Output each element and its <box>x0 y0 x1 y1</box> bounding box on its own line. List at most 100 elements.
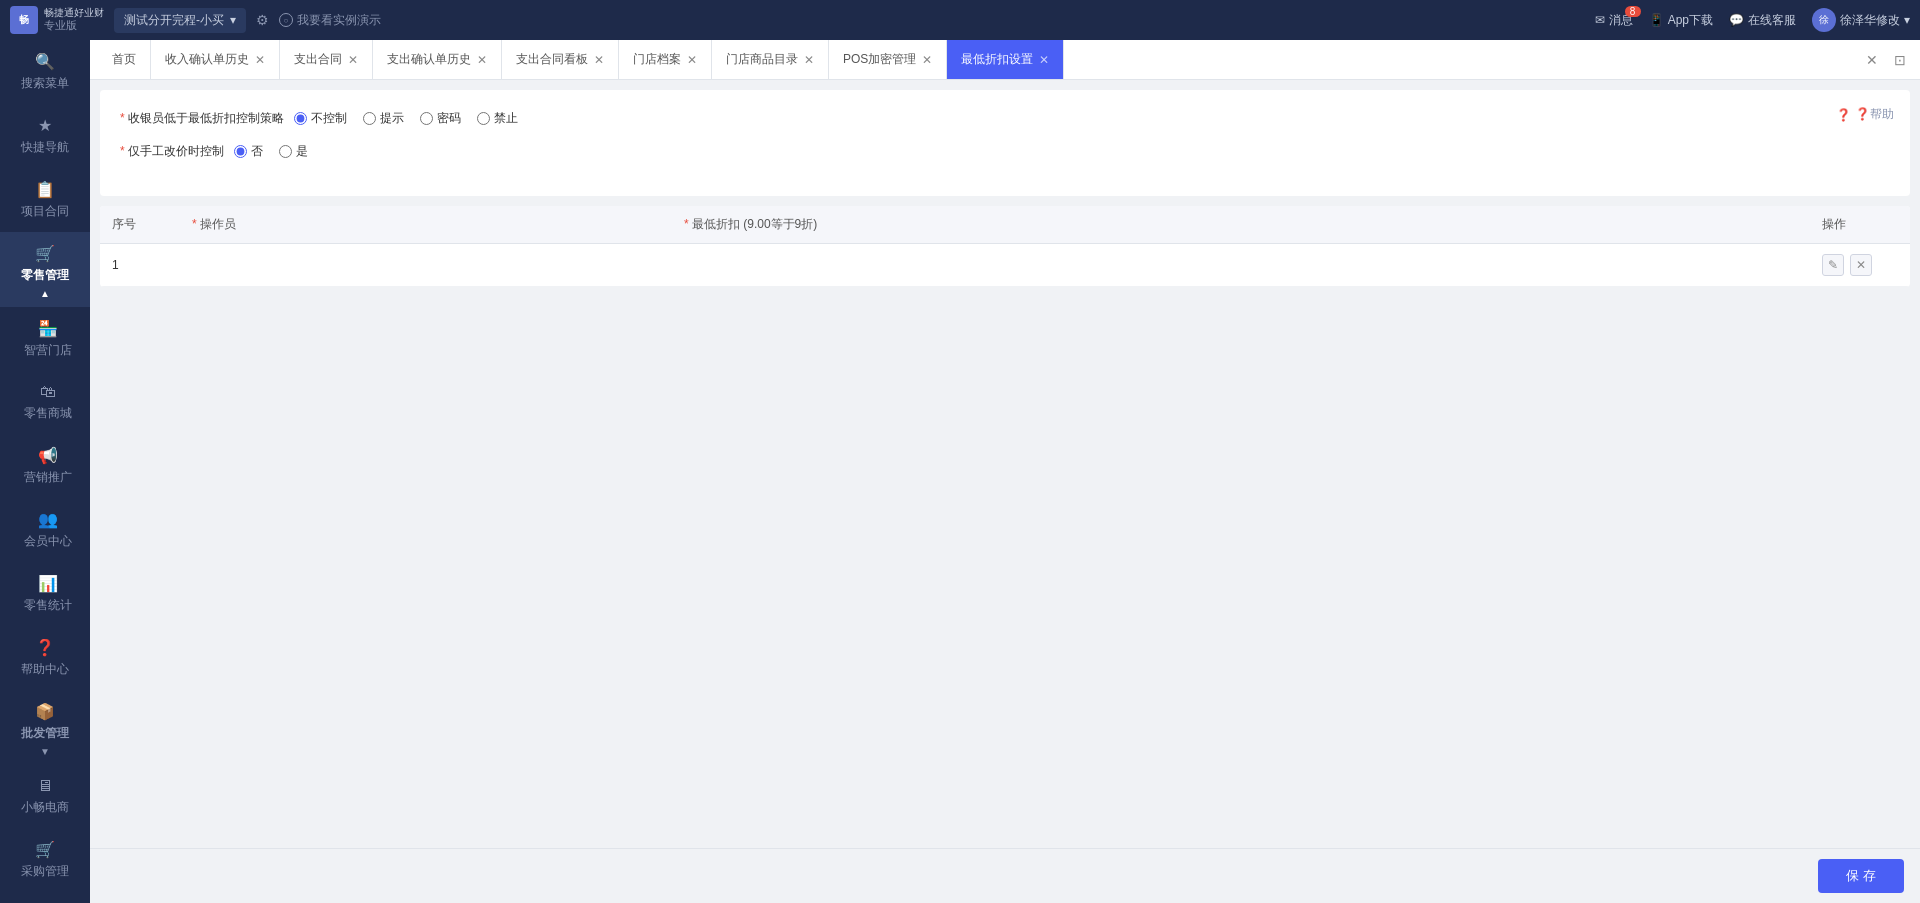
message-icon: ✉ <box>1595 13 1605 27</box>
manual-radio-yes-input[interactable] <box>279 145 292 158</box>
app-icon: 📱 <box>1649 13 1664 27</box>
tab-menu-button[interactable]: ⊡ <box>1888 50 1912 70</box>
star-icon: ★ <box>38 116 52 135</box>
tab-home[interactable]: 首页 <box>98 40 151 79</box>
cell-operator <box>180 244 672 287</box>
user-dropdown-icon: ▾ <box>1904 13 1910 27</box>
topbar-logo: 畅 畅捷通好业财 专业版 <box>10 6 104 34</box>
retail-icon: 🛒 <box>35 244 55 263</box>
th-min-discount: * 最低折扣 (9.00等于9折) <box>672 206 1810 244</box>
tab-close-all-button[interactable]: ✕ <box>1860 50 1884 70</box>
project-selector[interactable]: 测试分开完程-小买 ▾ <box>114 8 246 33</box>
save-button[interactable]: 保 存 <box>1818 859 1904 893</box>
sidebar-item-marketing[interactable]: 📢 营销推广 <box>0 434 90 498</box>
tab-income-history[interactable]: 收入确认单历史 ✕ <box>151 40 280 79</box>
help-text: ❓帮助 <box>1855 106 1894 123</box>
help-link[interactable]: ❓ ❓帮助 <box>1836 106 1894 123</box>
control-radio-password-label: 密码 <box>437 110 461 127</box>
tab-pos-security[interactable]: POS加密管理 ✕ <box>829 40 947 79</box>
control-radio-no-control-input[interactable] <box>294 112 307 125</box>
topbar: 畅 畅捷通好业财 专业版 测试分开完程-小买 ▾ ⚙ ○ 我要看实例演示 ✉ 消… <box>0 0 1920 40</box>
manual-radio-no-label: 否 <box>251 143 263 160</box>
tab-purchase-contract-board-close[interactable]: ✕ <box>594 53 604 67</box>
control-radio-password[interactable]: 密码 <box>420 110 461 127</box>
sidebar-item-help[interactable]: ❓ 帮助中心 <box>0 626 90 690</box>
main-layout: 🔍 搜索菜单 ★ 快捷导航 📋 项目合同 🛒 零售管理 ▲ 🏪 智营门店 🛍 零… <box>0 40 1920 903</box>
sidebar-item-ecommerce[interactable]: 🖥 小畅电商 <box>0 765 90 828</box>
tab-store-goods-close[interactable]: ✕ <box>804 53 814 67</box>
tab-store-goods[interactable]: 门店商品目录 ✕ <box>712 40 829 79</box>
wholesale-arrow-icon: ▼ <box>40 746 50 757</box>
search-icon: 🔍 <box>35 52 55 71</box>
tab-actions: ✕ ⊡ <box>1860 50 1912 70</box>
online-service-button[interactable]: 💬 在线客服 <box>1729 12 1796 29</box>
tab-purchase-confirm-history[interactable]: 支出确认单历史 ✕ <box>373 40 502 79</box>
data-table: 序号 * 操作员 * 最低折扣 (9.00等于9折) 操作 1 <box>100 206 1910 287</box>
ecommerce-icon: 🖥 <box>37 777 53 795</box>
sidebar-item-member[interactable]: 👥 会员中心 <box>0 498 90 562</box>
tab-min-discount-label: 最低折扣设置 <box>961 51 1033 68</box>
sidebar-item-search[interactable]: 🔍 搜索菜单 <box>0 40 90 104</box>
manual-radio-yes[interactable]: 是 <box>279 143 308 160</box>
tab-purchase-confirm-history-close[interactable]: ✕ <box>477 53 487 67</box>
wholesale-label: 批发管理 <box>21 725 69 742</box>
tab-income-history-label: 收入确认单历史 <box>165 51 249 68</box>
tab-purchase-contract-board[interactable]: 支出合同看板 ✕ <box>502 40 619 79</box>
sidebar-item-label: 快捷导航 <box>21 139 69 156</box>
control-radio-forbidden-input[interactable] <box>477 112 490 125</box>
tab-bar: 首页 收入确认单历史 ✕ 支出合同 ✕ 支出确认单历史 ✕ 支出合同看板 ✕ 门… <box>90 40 1920 80</box>
sidebar-item-label: 会员中心 <box>24 533 72 550</box>
tab-income-history-close[interactable]: ✕ <box>255 53 265 67</box>
tab-purchase-contract-board-label: 支出合同看板 <box>516 51 588 68</box>
delete-row-button[interactable]: ✕ <box>1850 254 1872 276</box>
table-row: 1 ✎ ✕ <box>100 244 1910 287</box>
retail-stat-icon: 📊 <box>38 574 58 593</box>
control-radio-forbidden[interactable]: 禁止 <box>477 110 518 127</box>
control-radio-no-control[interactable]: 不控制 <box>294 110 347 127</box>
demo-link[interactable]: ○ 我要看实例演示 <box>279 12 381 29</box>
control-radio-password-input[interactable] <box>420 112 433 125</box>
page-content: ❓ ❓帮助 收银员低于最低折扣控制策略 不控制 提示 <box>90 80 1920 848</box>
page-footer: 保 存 <box>90 848 1920 903</box>
sidebar-item-label: 采购管理 <box>21 863 69 880</box>
manual-radio-no[interactable]: 否 <box>234 143 263 160</box>
tab-purchase-contract[interactable]: 支出合同 ✕ <box>280 40 373 79</box>
sidebar-item-retail-stat[interactable]: 📊 零售统计 <box>0 562 90 626</box>
sidebar-item-inventory[interactable]: 📦 库存核算 <box>0 892 90 903</box>
tab-purchase-contract-close[interactable]: ✕ <box>348 53 358 67</box>
edit-row-button[interactable]: ✎ <box>1822 254 1844 276</box>
manual-radio-yes-label: 是 <box>296 143 308 160</box>
service-label: 在线客服 <box>1748 12 1796 29</box>
sidebar-item-online-store[interactable]: 🛍 零售商城 <box>0 371 90 434</box>
control-radio-prompt[interactable]: 提示 <box>363 110 404 127</box>
tab-min-discount-close[interactable]: ✕ <box>1039 53 1049 67</box>
tab-store-archive[interactable]: 门店档案 ✕ <box>619 40 712 79</box>
sidebar-item-purchase[interactable]: 🛒 采购管理 <box>0 828 90 892</box>
tab-min-discount[interactable]: 最低折扣设置 ✕ <box>947 40 1064 79</box>
sidebar-item-smart-store[interactable]: 🏪 智营门店 <box>0 307 90 371</box>
sidebar-item-wholesale[interactable]: 📦 批发管理 ▼ <box>0 690 90 765</box>
purchase-icon: 🛒 <box>35 840 55 859</box>
tab-store-goods-label: 门店商品目录 <box>726 51 798 68</box>
app-download-button[interactable]: 📱 App下载 <box>1649 12 1713 29</box>
user-menu-button[interactable]: 徐 徐泽华修改 ▾ <box>1812 8 1910 32</box>
th-action: 操作 <box>1810 206 1910 244</box>
cell-action: ✎ ✕ <box>1810 244 1910 287</box>
help-icon: ❓ <box>35 638 55 657</box>
tab-store-archive-label: 门店档案 <box>633 51 681 68</box>
sidebar-item-retail[interactable]: 🛒 零售管理 ▲ <box>0 232 90 307</box>
control-radio-no-control-label: 不控制 <box>311 110 347 127</box>
tab-store-archive-close[interactable]: ✕ <box>687 53 697 67</box>
control-radio-prompt-input[interactable] <box>363 112 376 125</box>
sidebar-item-quicknav[interactable]: ★ 快捷导航 <box>0 104 90 168</box>
message-button[interactable]: ✉ 消息 8 <box>1595 12 1633 29</box>
smart-store-icon: 🏪 <box>38 319 58 338</box>
tab-pos-security-close[interactable]: ✕ <box>922 53 932 67</box>
message-badge: 8 <box>1625 6 1641 17</box>
topbar-right: ✉ 消息 8 📱 App下载 💬 在线客服 徐 徐泽华修改 ▾ <box>1595 8 1910 32</box>
tab-purchase-confirm-history-label: 支出确认单历史 <box>387 51 471 68</box>
manual-radio-no-input[interactable] <box>234 145 247 158</box>
sidebar-item-project[interactable]: 📋 项目合同 <box>0 168 90 232</box>
control-radio-group: 不控制 提示 密码 禁止 <box>294 110 518 127</box>
settings-icon[interactable]: ⚙ <box>256 12 269 28</box>
